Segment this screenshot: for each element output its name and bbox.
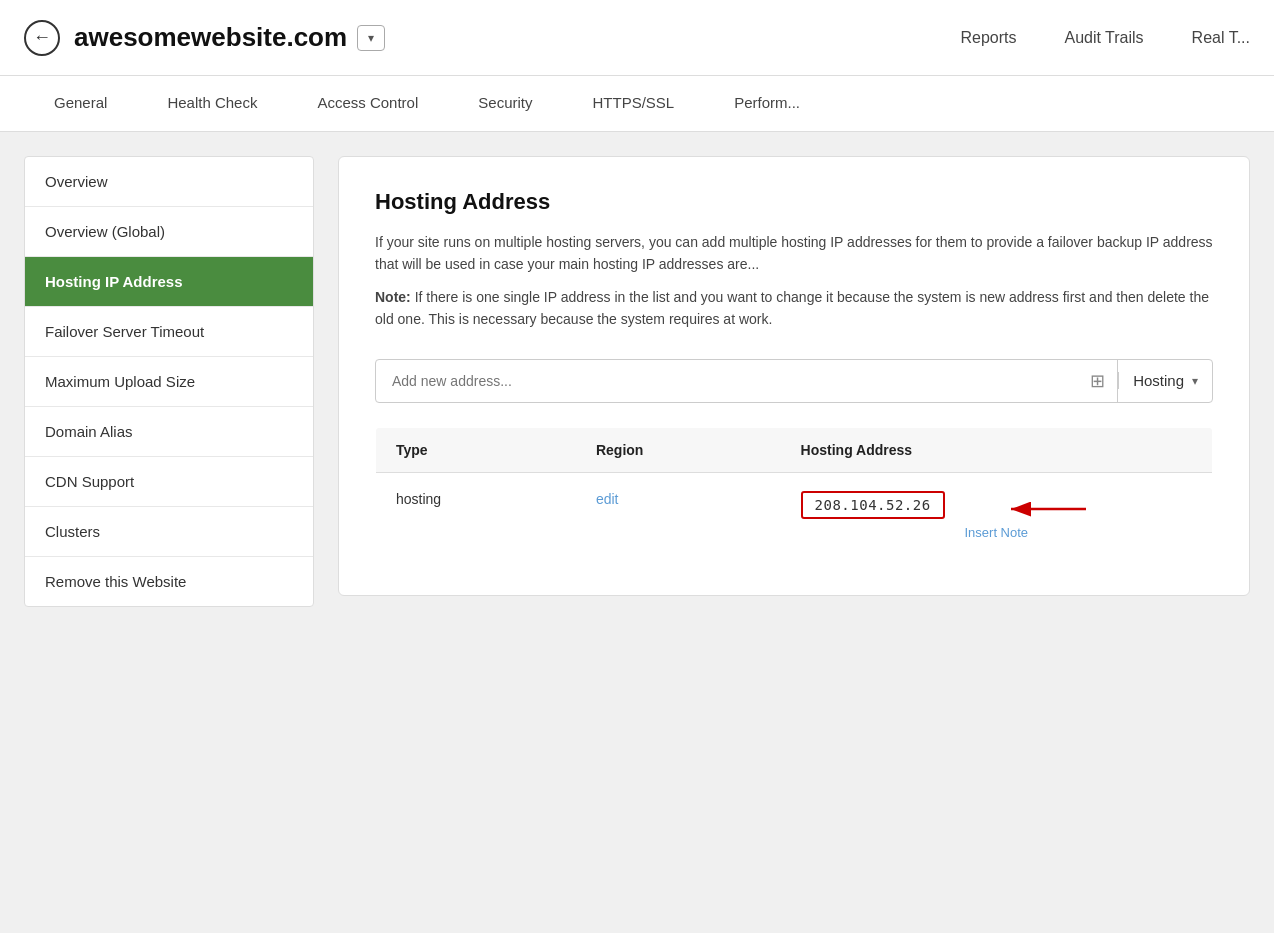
chevron-down-icon: ▾: [368, 31, 374, 45]
sub-nav-security[interactable]: Security: [448, 76, 562, 132]
sub-nav-general[interactable]: General: [24, 76, 137, 132]
sub-nav: General Health Check Access Control Secu…: [0, 76, 1274, 132]
col-type: Type: [376, 427, 576, 472]
sidebar: Overview Overview (Global) Hosting IP Ad…: [24, 156, 314, 909]
insert-note-link[interactable]: Insert Note: [801, 525, 1192, 540]
col-region: Region: [576, 427, 781, 472]
sidebar-item-failover-server-timeout[interactable]: Failover Server Timeout: [25, 307, 313, 357]
table-body: hosting edit 208.104.52.26: [376, 472, 1213, 558]
card-note: Note: If there is one single IP address …: [375, 286, 1213, 331]
nav-item-real-time[interactable]: Real T...: [1192, 29, 1250, 47]
type-select-wrapper[interactable]: Hosting ▾: [1118, 372, 1212, 389]
sidebar-item-hosting-ip-address[interactable]: Hosting IP Address: [25, 257, 313, 307]
back-button[interactable]: ←: [24, 20, 60, 56]
sidebar-item-remove-website[interactable]: Remove this Website: [25, 557, 313, 606]
paste-icon[interactable]: ⊞: [1078, 360, 1118, 402]
col-hosting-address: Hosting Address: [781, 427, 1213, 472]
note-text: If there is one single IP address in the…: [375, 289, 1209, 327]
cell-region: edit: [576, 472, 781, 558]
site-title: awesomewebsite.com: [74, 22, 347, 53]
main-layout: Overview Overview (Global) Hosting IP Ad…: [0, 132, 1274, 933]
content-area: Hosting Address If your site runs on mul…: [338, 156, 1250, 909]
sub-nav-health-check[interactable]: Health Check: [137, 76, 287, 132]
hosting-table: Type Region Hosting Address hosting edit…: [375, 427, 1213, 559]
sub-nav-perform[interactable]: Perform...: [704, 76, 830, 132]
card-title: Hosting Address: [375, 189, 1213, 215]
sidebar-item-overview[interactable]: Overview: [25, 157, 313, 207]
note-prefix: Note:: [375, 289, 411, 305]
top-nav: Reports Audit Trails Real T...: [960, 29, 1250, 47]
sidebar-item-clusters[interactable]: Clusters: [25, 507, 313, 557]
address-input[interactable]: [376, 361, 1078, 401]
sidebar-item-domain-alias[interactable]: Domain Alias: [25, 407, 313, 457]
cell-type: hosting: [376, 472, 576, 558]
sidebar-item-overview-global[interactable]: Overview (Global): [25, 207, 313, 257]
sidebar-item-cdn-support[interactable]: CDN Support: [25, 457, 313, 507]
arrow-annotation: [1001, 494, 1091, 524]
sidebar-menu: Overview Overview (Global) Hosting IP Ad…: [24, 156, 314, 607]
table-row: hosting edit 208.104.52.26: [376, 472, 1213, 558]
sub-nav-access-control[interactable]: Access Control: [287, 76, 448, 132]
content-card: Hosting Address If your site runs on mul…: [338, 156, 1250, 596]
top-header: ← awesomewebsite.com ▾ Reports Audit Tra…: [0, 0, 1274, 76]
table-header: Type Region Hosting Address: [376, 427, 1213, 472]
edit-link[interactable]: edit: [596, 491, 619, 507]
ip-address: 208.104.52.26: [801, 491, 945, 519]
sub-nav-https-ssl[interactable]: HTTPS/SSL: [562, 76, 704, 132]
address-input-row: ⊞ Hosting ▾: [375, 359, 1213, 403]
back-icon: ←: [33, 27, 51, 48]
card-description: If your site runs on multiple hosting se…: [375, 231, 1213, 276]
cell-ip: 208.104.52.26 Insert Note: [781, 472, 1213, 558]
type-select-label: Hosting: [1133, 372, 1184, 389]
site-dropdown-button[interactable]: ▾: [357, 25, 385, 51]
nav-item-audit-trails[interactable]: Audit Trails: [1064, 29, 1143, 47]
nav-item-reports[interactable]: Reports: [960, 29, 1016, 47]
type-select-chevron: ▾: [1192, 374, 1198, 388]
sidebar-item-maximum-upload-size[interactable]: Maximum Upload Size: [25, 357, 313, 407]
